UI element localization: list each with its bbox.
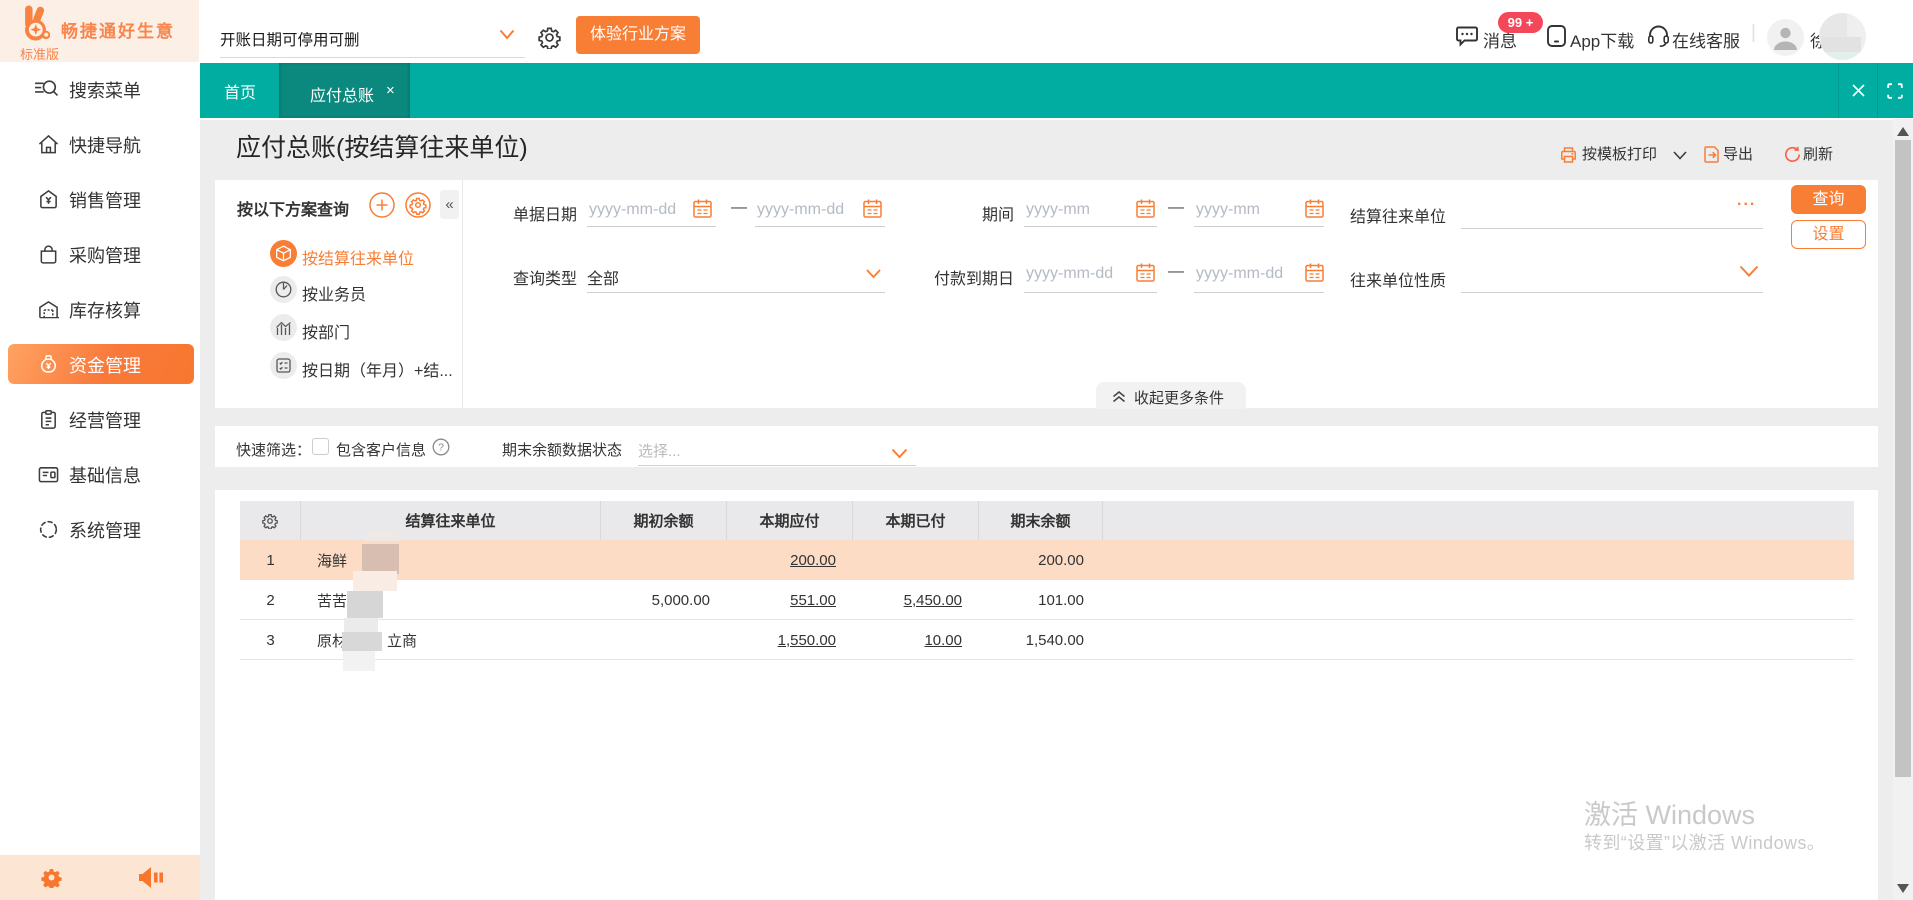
- svg-text:?: ?: [438, 442, 444, 454]
